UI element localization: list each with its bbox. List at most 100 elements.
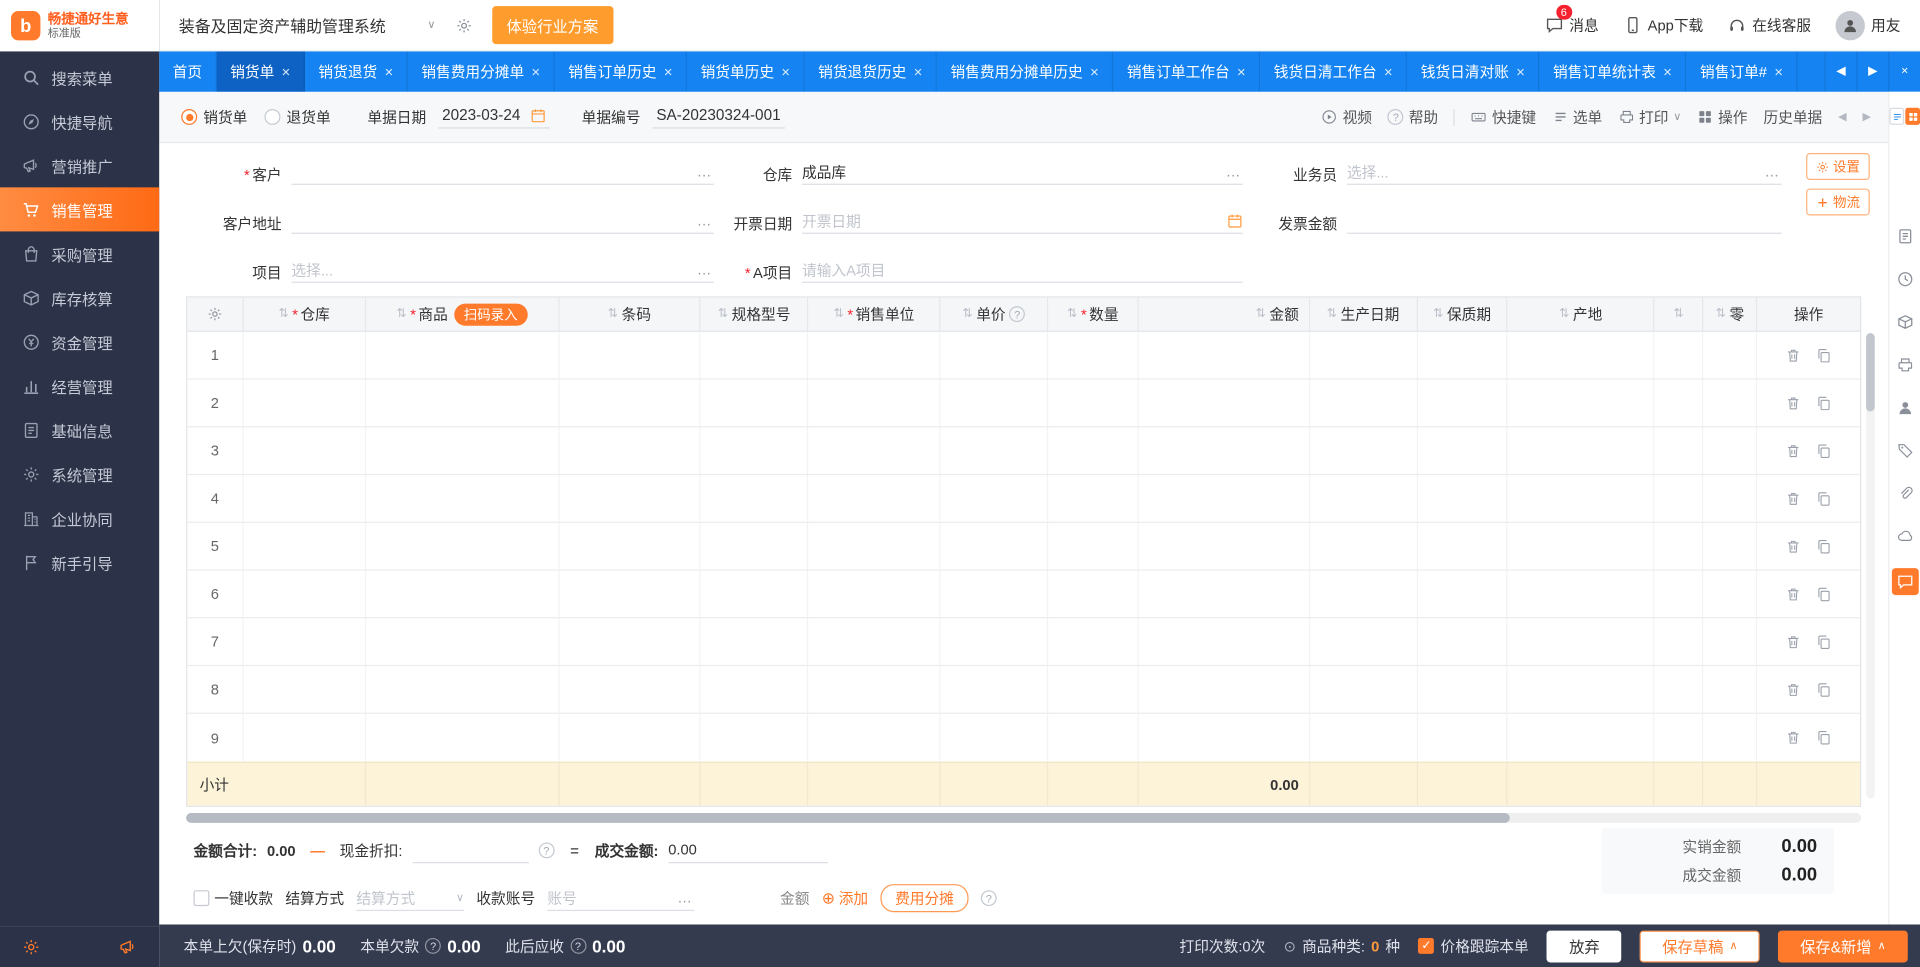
sidebar-item-guide[interactable]: 新手引导 [0,540,159,584]
salesman-input[interactable]: 选择... … [1346,159,1782,185]
gear-icon[interactable] [455,17,472,34]
help-icon[interactable] [1009,306,1026,323]
sidebar-item-funds[interactable]: 资金管理 [0,320,159,364]
table-cell[interactable] [366,570,560,618]
table-cell[interactable] [808,666,941,713]
table-cell[interactable] [1048,475,1139,522]
table-cell[interactable] [1139,475,1310,522]
table-cell[interactable] [559,475,701,522]
sort-icon[interactable]: ⇅ [833,307,843,320]
project-input[interactable]: 选择... … [291,257,714,283]
table-cell[interactable] [1417,666,1508,713]
table-cell[interactable] [244,331,366,379]
table-cell[interactable] [1139,713,1310,762]
delete-row-icon[interactable] [1785,730,1801,746]
tab-cash-goods-reconcile[interactable]: 钱货日清对账 × [1407,51,1540,92]
hotkey-button[interactable]: 快捷键 [1471,107,1536,128]
table-cell[interactable] [1704,522,1758,570]
sidebar-item-quick-nav[interactable]: 快捷导航 [0,99,159,143]
paperclip-icon[interactable] [1894,482,1916,504]
copy-row-icon[interactable] [1816,395,1832,411]
invoice-amount-input[interactable] [1346,208,1782,234]
table-cell[interactable] [1508,713,1655,762]
sort-icon[interactable]: ⇅ [1433,307,1443,320]
table-cell[interactable] [701,522,809,570]
table-cell[interactable] [1417,713,1508,762]
sidebar-item-sales[interactable]: 销售管理 [0,187,160,232]
column-header-row-select[interactable] [187,297,244,331]
help-icon[interactable] [538,842,555,859]
tab-sales-return-history[interactable]: 销货退货历史 × [805,51,937,92]
table-cell[interactable] [941,331,1049,379]
ellipsis-icon[interactable]: … [694,262,714,277]
aproject-input[interactable]: 请输入A项目 [802,257,1243,283]
industry-plan-button[interactable]: 体验行业方案 [491,6,614,45]
card-view-toggle[interactable] [1905,107,1920,125]
online-service-button[interactable]: 在线客服 [1728,15,1811,36]
tab-home[interactable]: 首页 [159,51,217,92]
column-header-amount[interactable]: ⇅ 金额 [1139,297,1310,331]
table-cell[interactable] [244,570,366,618]
column-header-spec[interactable]: ⇅ 规格型号 [701,297,809,331]
copy-row-icon[interactable] [1816,586,1832,602]
sort-icon[interactable]: ⇅ [1327,307,1337,320]
table-cell[interactable] [701,331,809,379]
doc-number-input[interactable]: SA-20230324-001 [652,105,785,129]
table-cell[interactable] [1048,618,1139,665]
table-cell[interactable] [1310,570,1418,618]
calendar-icon[interactable] [1227,212,1243,228]
tab-sales-invoice-history[interactable]: 销货单历史 × [687,51,805,92]
column-header-product[interactable]: ⇅ 商品扫码录入 [366,297,560,331]
tab-sales-order-extra[interactable]: 销售订单# × [1687,51,1798,92]
copy-row-icon[interactable] [1816,538,1832,554]
table-cell[interactable] [1704,331,1758,379]
table-cell[interactable] [559,379,701,427]
column-header-qty[interactable]: ⇅ 数量 [1048,297,1139,331]
table-cell[interactable] [366,713,560,762]
table-cell[interactable] [808,379,941,427]
tab-close-icon[interactable]: × [781,64,790,79]
table-cell[interactable] [1508,570,1655,618]
table-cell[interactable] [1417,522,1508,570]
actions-button[interactable]: 操作 [1697,107,1748,128]
sort-icon[interactable]: ⇅ [1673,307,1683,320]
table-cell[interactable] [559,618,701,665]
sort-icon[interactable]: ⇅ [1715,307,1725,320]
tab-sales-order-stats[interactable]: 销售订单统计表 × [1540,51,1687,92]
list-view-toggle[interactable] [1889,107,1905,125]
table-cell[interactable] [366,666,560,713]
table-cell[interactable] [1655,522,1704,570]
table-cell[interactable] [1310,666,1418,713]
table-cell[interactable] [244,666,366,713]
table-cell[interactable] [941,570,1049,618]
column-header-production-date[interactable]: ⇅ 生产日期 [1310,297,1418,331]
table-cell[interactable] [941,713,1049,762]
sort-icon[interactable]: ⇅ [718,307,728,320]
ellipsis-icon[interactable]: … [1223,164,1243,179]
history-docs-button[interactable]: 历史单据 [1763,107,1822,128]
delete-row-icon[interactable] [1785,538,1801,554]
ellipsis-icon[interactable]: … [694,164,714,179]
table-cell[interactable] [1310,618,1418,665]
tab-close-icon[interactable]: × [914,64,923,79]
system-select[interactable]: 装备及固定资产辅助管理系统 ∨ [179,13,436,36]
logistics-button[interactable]: 物流 [1806,188,1870,216]
table-cell[interactable] [1655,570,1704,618]
document-icon[interactable] [1894,225,1916,247]
table-cell[interactable] [1048,427,1139,474]
table-cell[interactable] [559,427,701,474]
table-cell[interactable] [1655,331,1704,379]
doc-date-input[interactable]: 2023-03-24 [438,105,550,129]
column-header-retail[interactable]: ⇅ 零 [1704,297,1758,331]
sidebar-item-marketing[interactable]: 营销推广 [0,143,159,187]
table-cell[interactable] [1508,379,1655,427]
ellipsis-icon[interactable]: … [694,213,714,228]
table-cell[interactable] [244,475,366,522]
table-cell[interactable] [1704,570,1758,618]
table-cell[interactable] [1655,475,1704,522]
sort-icon[interactable]: ⇅ [1067,307,1077,320]
copy-row-icon[interactable] [1816,347,1832,363]
tab-close-icon[interactable]: × [1090,64,1099,79]
delete-row-icon[interactable] [1785,347,1801,363]
table-cell[interactable] [701,713,809,762]
